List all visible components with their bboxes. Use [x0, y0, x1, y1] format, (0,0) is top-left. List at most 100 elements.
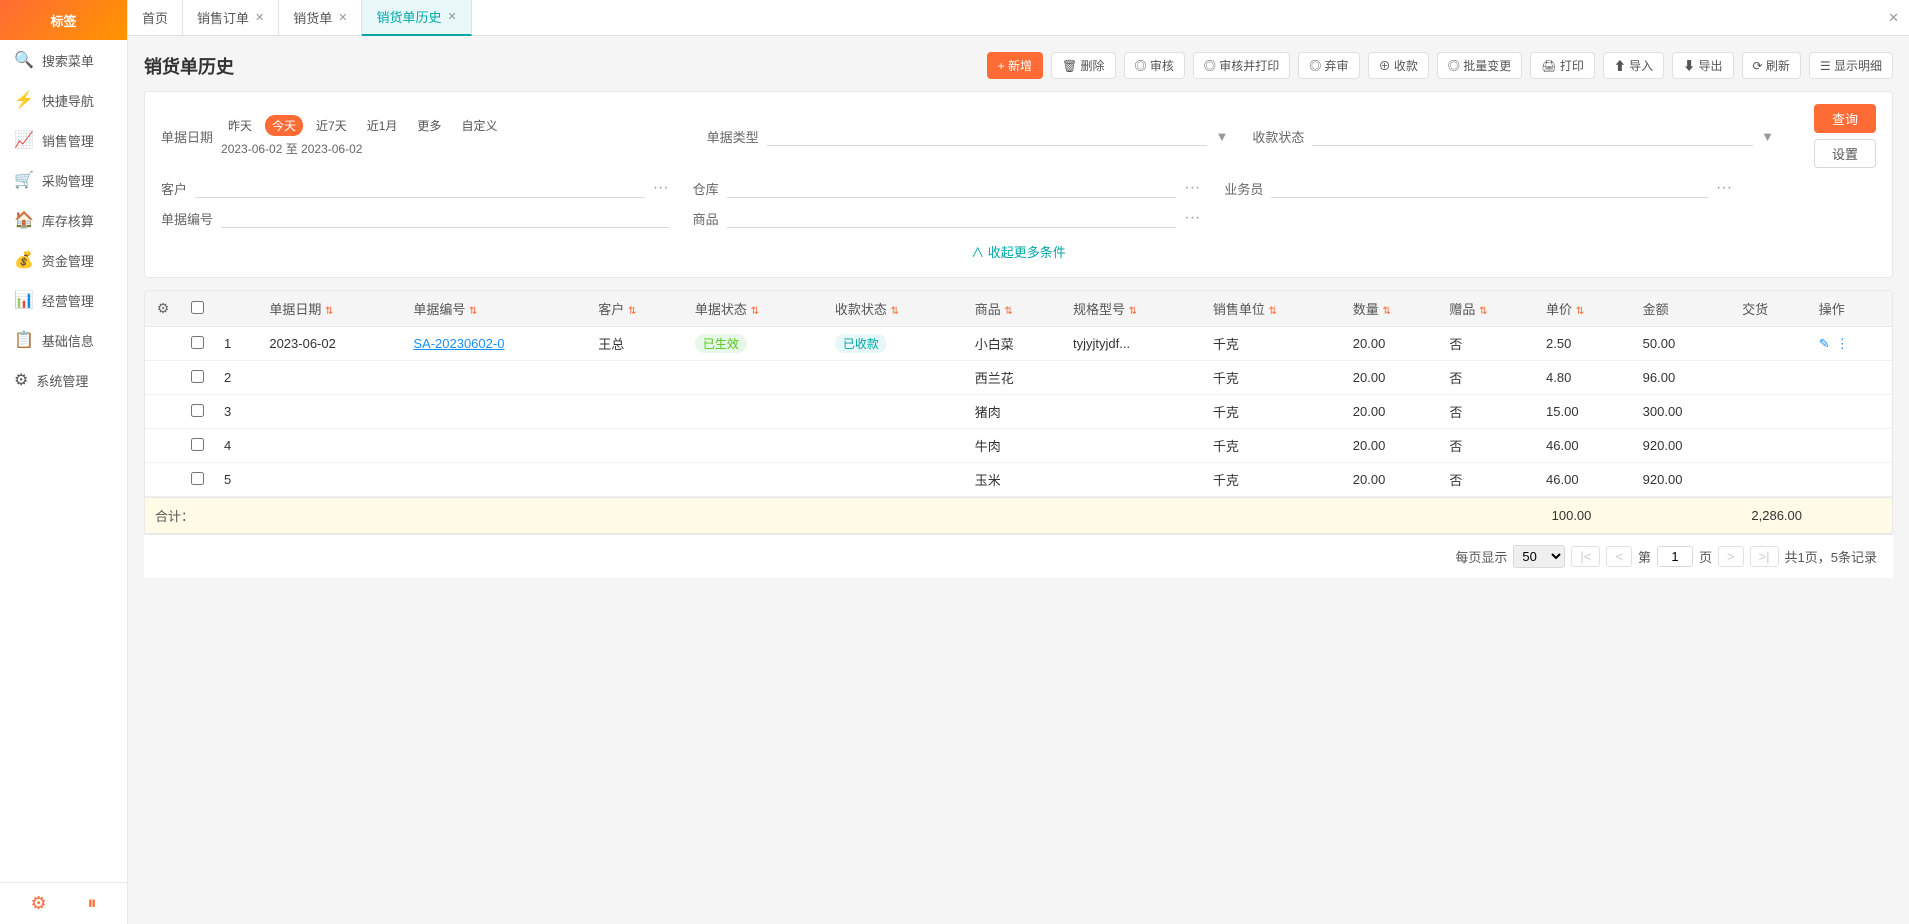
- abandon-button[interactable]: ◎ 弃审: [1298, 52, 1359, 79]
- date-btn-7days[interactable]: 近7天: [309, 115, 354, 136]
- td-check[interactable]: [181, 429, 214, 463]
- audit-print-button[interactable]: ◎ 审核并打印: [1193, 52, 1290, 79]
- more-action[interactable]: ⋮: [1836, 336, 1849, 351]
- row-checkbox[interactable]: [191, 404, 204, 417]
- td-check[interactable]: [181, 395, 214, 429]
- th-settings[interactable]: ⚙: [145, 291, 181, 327]
- settings-bottom-icon[interactable]: ⚙: [30, 893, 46, 914]
- tab-home[interactable]: 首页: [128, 0, 183, 36]
- sidebar-item-basic-info[interactable]: 📋 基础信息: [0, 320, 127, 360]
- th-unit-price[interactable]: 单价 ⇅: [1536, 291, 1633, 327]
- audit-button[interactable]: ◎ 审核: [1124, 52, 1185, 79]
- warehouse-dots[interactable]: ···: [1184, 179, 1200, 197]
- row-checkbox[interactable]: [191, 438, 204, 451]
- td-check[interactable]: [181, 463, 214, 497]
- th-gift[interactable]: 赠品 ⇅: [1439, 291, 1536, 327]
- delete-button[interactable]: 🗑 删除: [1051, 52, 1116, 79]
- th-doc-no[interactable]: 单据编号 ⇅: [403, 291, 588, 327]
- th-unit[interactable]: 销售单位 ⇅: [1203, 291, 1343, 327]
- doc-type-dropdown-icon[interactable]: ▼: [1215, 129, 1228, 144]
- date-btn-custom[interactable]: 自定义: [454, 115, 504, 136]
- receive-button[interactable]: ⊕ 收款: [1368, 52, 1429, 79]
- th-check[interactable]: [181, 291, 214, 327]
- th-unit-price-sort[interactable]: ⇅: [1576, 306, 1584, 317]
- date-btn-yesterday[interactable]: 昨天: [221, 115, 259, 136]
- tab-sales-history-close[interactable]: ✕: [448, 10, 457, 23]
- next-page-btn[interactable]: >: [1718, 546, 1744, 567]
- customer-dots[interactable]: ···: [653, 179, 669, 197]
- th-doc-date-sort[interactable]: ⇅: [325, 306, 333, 317]
- tab-sales-delivery[interactable]: 销货单 ✕: [279, 0, 362, 36]
- th-customer[interactable]: 客户 ⇅: [588, 291, 685, 327]
- batch-change-button[interactable]: ◎ 批量变更: [1437, 52, 1522, 79]
- sidebar-item-inventory[interactable]: 🏠 库存核算: [0, 200, 127, 240]
- td-check[interactable]: [181, 361, 214, 395]
- th-qty-sort[interactable]: ⇅: [1382, 306, 1390, 317]
- new-button[interactable]: + 新增: [987, 52, 1043, 79]
- select-all-checkbox[interactable]: [191, 301, 204, 314]
- tab-sales-delivery-close[interactable]: ✕: [338, 11, 347, 24]
- export-button[interactable]: ⬇ 导出: [1672, 52, 1733, 79]
- last-page-btn[interactable]: >|: [1750, 546, 1779, 567]
- main-content: 首页 销售订单 ✕ 销货单 ✕ 销货单历史 ✕ ✕ 销货单历史 + 新增 🗑 删…: [128, 0, 1909, 924]
- date-btn-more[interactable]: 更多: [410, 115, 448, 136]
- th-doc-status-sort[interactable]: ⇅: [751, 306, 759, 317]
- tab-sales-order-close[interactable]: ✕: [255, 11, 264, 24]
- edit-action[interactable]: ✎: [1819, 336, 1830, 351]
- th-spec[interactable]: 规格型号 ⇅: [1063, 291, 1203, 327]
- sidebar-item-purchase-mgmt[interactable]: 🛒 采购管理: [0, 160, 127, 200]
- salesperson-input[interactable]: [1271, 178, 1708, 198]
- display-button[interactable]: ☰ 显示明细: [1809, 52, 1893, 79]
- first-page-btn[interactable]: |<: [1571, 546, 1600, 567]
- table-settings-icon[interactable]: ⚙: [157, 300, 170, 316]
- td-check[interactable]: [181, 327, 214, 361]
- th-goods[interactable]: 商品 ⇅: [965, 291, 1063, 327]
- sidebar-item-quick-nav[interactable]: ⚡ 快捷导航: [0, 80, 127, 120]
- sidebar-item-system[interactable]: ⚙ 系统管理: [0, 360, 127, 400]
- th-doc-date[interactable]: 单据日期 ⇅: [259, 291, 403, 327]
- customer-input[interactable]: [195, 178, 645, 198]
- doc-type-input[interactable]: [767, 126, 1208, 146]
- th-pay-status-sort[interactable]: ⇅: [890, 306, 898, 317]
- tabs-close-all[interactable]: ✕: [1888, 10, 1909, 26]
- row-checkbox[interactable]: [191, 370, 204, 383]
- sidebar-item-sales-mgmt[interactable]: 📈 销售管理: [0, 120, 127, 160]
- doc-no-link[interactable]: SA-20230602-0: [413, 336, 504, 351]
- td-gift: 否: [1439, 463, 1536, 497]
- tab-sales-history[interactable]: 销货单历史 ✕: [362, 0, 471, 36]
- collapse-row[interactable]: ∧ 收起更多条件: [161, 238, 1876, 265]
- th-pay-status[interactable]: 收款状态 ⇅: [825, 291, 965, 327]
- payment-status-dropdown-icon[interactable]: ▼: [1761, 129, 1774, 144]
- th-gift-sort[interactable]: ⇅: [1479, 306, 1487, 317]
- th-goods-sort[interactable]: ⇅: [1004, 306, 1012, 317]
- th-qty[interactable]: 数量 ⇅: [1343, 291, 1440, 327]
- page-number-input[interactable]: [1657, 546, 1693, 567]
- goods-input[interactable]: [727, 208, 1177, 228]
- th-customer-sort[interactable]: ⇅: [628, 306, 636, 317]
- row-checkbox[interactable]: [191, 336, 204, 349]
- payment-status-input[interactable]: [1312, 126, 1753, 146]
- goods-dots[interactable]: ···: [1184, 209, 1200, 227]
- salesperson-dots[interactable]: ···: [1716, 179, 1732, 197]
- sidebar-item-operations[interactable]: 📊 经营管理: [0, 280, 127, 320]
- sidebar-item-search-menu[interactable]: 🔍 搜索菜单: [0, 40, 127, 80]
- th-unit-sort[interactable]: ⇅: [1269, 306, 1277, 317]
- row-checkbox[interactable]: [191, 472, 204, 485]
- query-button[interactable]: 查询: [1814, 104, 1876, 133]
- setting-button[interactable]: 设置: [1814, 139, 1876, 168]
- import-button[interactable]: ⬆ 导入: [1603, 52, 1664, 79]
- date-btn-today[interactable]: 今天: [265, 115, 303, 136]
- refresh-button[interactable]: ⟳ 刷新: [1742, 52, 1801, 79]
- tab-sales-order[interactable]: 销售订单 ✕: [183, 0, 279, 36]
- warehouse-input[interactable]: [727, 178, 1177, 198]
- doc-no-input[interactable]: [221, 208, 669, 228]
- date-btn-1month[interactable]: 近1月: [360, 115, 405, 136]
- per-page-select[interactable]: 50 10 20 100: [1513, 545, 1565, 568]
- th-doc-no-sort[interactable]: ⇅: [469, 306, 477, 317]
- sidebar-item-finance[interactable]: 💰 资金管理: [0, 240, 127, 280]
- th-spec-sort[interactable]: ⇅: [1129, 306, 1137, 317]
- th-doc-status[interactable]: 单据状态 ⇅: [685, 291, 825, 327]
- prev-page-btn[interactable]: <: [1606, 546, 1632, 567]
- pause-icon[interactable]: ⏸: [88, 893, 97, 914]
- print-button[interactable]: 🖨 打印: [1530, 52, 1595, 79]
